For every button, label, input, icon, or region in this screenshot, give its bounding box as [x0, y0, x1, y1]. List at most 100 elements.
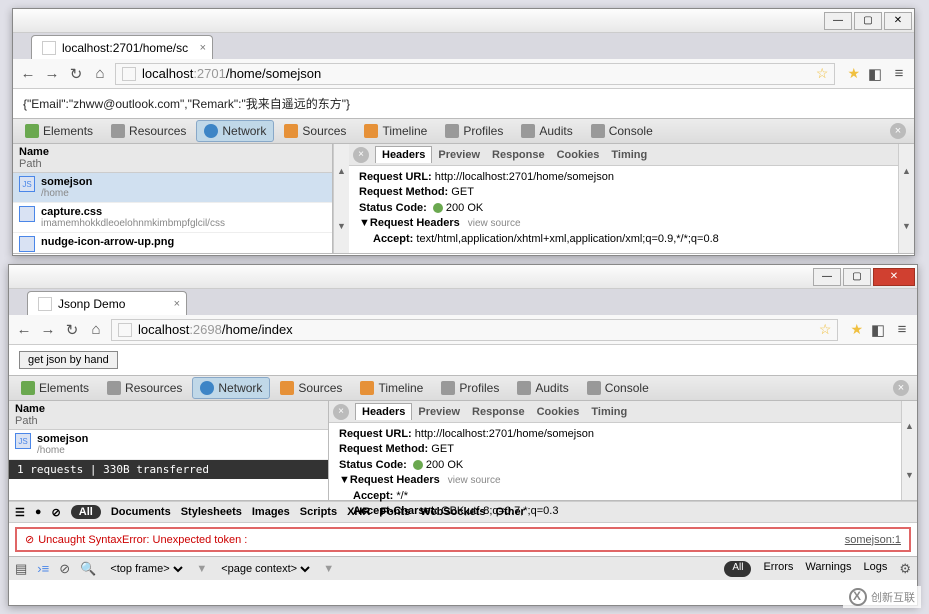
tab-close-icon[interactable]: × [174, 298, 180, 310]
menu-icon[interactable]: ≡ [893, 321, 911, 338]
clear-console-icon[interactable]: ⊘ [59, 561, 70, 577]
home-icon[interactable]: ⌂ [91, 65, 109, 82]
url-input[interactable]: localhost:2698/home/index ☆ [111, 319, 838, 341]
devtab-timeline[interactable]: Timeline [352, 377, 431, 399]
browser-tab[interactable]: localhost:2701/home/sc × [31, 35, 213, 59]
log-filter-logs[interactable]: Logs [863, 561, 887, 577]
filter-documents[interactable]: Documents [111, 506, 171, 518]
tab-response[interactable]: Response [486, 147, 551, 163]
headers-content: Request URL: http://localhost:2701/home/… [329, 423, 901, 523]
devtab-network[interactable]: Network [192, 377, 270, 399]
details-close-icon[interactable]: × [353, 147, 369, 163]
filter-images[interactable]: Images [252, 506, 290, 518]
network-row[interactable]: JS somejson /home [9, 430, 328, 460]
settings-icon[interactable]: ⚙ [899, 561, 911, 577]
back-icon[interactable]: ← [19, 65, 37, 82]
network-row[interactable]: JS somejson /home [13, 173, 332, 203]
scrollbar[interactable]: ▲▼ [333, 144, 349, 253]
tab-preview[interactable]: Preview [412, 404, 466, 420]
favorite-icon[interactable]: ★ [850, 321, 863, 338]
filter-websockets[interactable]: WebSockets [420, 506, 485, 518]
devtab-sources[interactable]: Sources [276, 120, 354, 142]
tab-headers[interactable]: Headers [375, 146, 432, 163]
browser-tab[interactable]: Jsonp Demo × [27, 291, 187, 315]
error-source-link[interactable]: somejson:1 [845, 534, 901, 546]
devtab-audits[interactable]: Audits [509, 377, 576, 399]
devtools-body: Name Path JS somejson /home 1 requests |… [9, 401, 917, 501]
tab-preview[interactable]: Preview [432, 147, 486, 163]
scrollbar[interactable]: ▲▼ [898, 144, 914, 253]
console-prompt-icon[interactable]: ›≡ [37, 561, 49, 576]
context-select[interactable]: <page context> [217, 562, 313, 576]
get-json-button[interactable]: get json by hand [19, 351, 118, 369]
home-icon[interactable]: ⌂ [87, 321, 105, 338]
extension-icon[interactable]: ◧ [866, 65, 884, 83]
devtab-elements[interactable]: Elements [13, 377, 97, 399]
url-input[interactable]: localhost:2701/home/somejson ☆ [115, 63, 835, 85]
devtab-console[interactable]: Console [583, 120, 661, 142]
log-filter-warnings[interactable]: Warnings [805, 561, 851, 577]
bookmark-icon[interactable]: ☆ [819, 321, 832, 338]
scroll-down-icon[interactable]: ▼ [334, 199, 349, 254]
devtools-close-icon[interactable]: × [890, 123, 906, 139]
scroll-up-icon[interactable]: ▲ [899, 144, 914, 199]
forward-icon[interactable]: → [39, 321, 57, 338]
reload-icon[interactable]: ↻ [67, 65, 85, 83]
scroll-up-icon[interactable]: ▲ [902, 401, 917, 451]
search-icon[interactable]: 🔍 [80, 561, 96, 577]
close-button[interactable]: ✕ [873, 268, 915, 286]
devtab-resources[interactable]: Resources [99, 377, 190, 399]
devtab-sources[interactable]: Sources [272, 377, 350, 399]
tab-timing[interactable]: Timing [585, 404, 633, 420]
bookmark-icon[interactable]: ☆ [816, 65, 829, 82]
scroll-down-icon[interactable]: ▼ [902, 451, 917, 501]
frame-select[interactable]: <top frame> [106, 562, 186, 576]
filter-stylesheets[interactable]: Stylesheets [181, 506, 242, 518]
log-filter-errors[interactable]: Errors [763, 561, 793, 577]
reload-icon[interactable]: ↻ [63, 321, 81, 339]
scroll-down-icon[interactable]: ▼ [899, 199, 914, 254]
tab-cookies[interactable]: Cookies [531, 404, 586, 420]
tab-close-icon[interactable]: × [200, 42, 206, 54]
details-close-icon[interactable]: × [333, 404, 349, 420]
network-row[interactable]: nudge-icon-arrow-up.png [13, 233, 332, 253]
devtools-close-icon[interactable]: × [893, 380, 909, 396]
scrollbar[interactable]: ▲▼ [901, 401, 917, 500]
devtab-profiles[interactable]: Profiles [437, 120, 511, 142]
devtab-console[interactable]: Console [579, 377, 657, 399]
log-filter-all[interactable]: All [724, 561, 751, 577]
tab-timing[interactable]: Timing [605, 147, 653, 163]
devtab-elements[interactable]: Elements [17, 120, 101, 142]
record-icon[interactable]: ● [35, 506, 42, 518]
scroll-up-icon[interactable]: ▲ [334, 144, 349, 199]
devtab-resources[interactable]: Resources [103, 120, 194, 142]
network-row[interactable]: capture.css imamemhokkdleoelohnmkimbmpfg… [13, 203, 332, 233]
filter-icon[interactable]: ☰ [15, 506, 25, 519]
tab-response[interactable]: Response [466, 404, 531, 420]
extension-icon[interactable]: ◧ [869, 321, 887, 339]
filter-xhr[interactable]: XHR [347, 506, 370, 518]
menu-icon[interactable]: ≡ [890, 65, 908, 82]
view-source-link[interactable]: view source [468, 218, 521, 229]
forward-icon[interactable]: → [43, 65, 61, 82]
clear-icon[interactable]: ⊘ [52, 506, 61, 519]
filter-all[interactable]: All [71, 505, 101, 519]
filter-other[interactable]: Other [496, 506, 525, 518]
view-source-link[interactable]: view source [448, 475, 501, 486]
back-icon[interactable]: ← [15, 321, 33, 338]
devtab-network[interactable]: Network [196, 120, 274, 142]
filter-scripts[interactable]: Scripts [300, 506, 337, 518]
tab-headers[interactable]: Headers [355, 403, 412, 420]
maximize-button[interactable]: ▢ [843, 268, 871, 286]
devtab-audits[interactable]: Audits [513, 120, 580, 142]
devtab-timeline[interactable]: Timeline [356, 120, 435, 142]
tab-cookies[interactable]: Cookies [551, 147, 606, 163]
close-button[interactable]: ✕ [884, 12, 912, 30]
minimize-button[interactable]: — [824, 12, 852, 30]
maximize-button[interactable]: ▢ [854, 12, 882, 30]
favorite-icon[interactable]: ★ [847, 65, 860, 82]
devtab-profiles[interactable]: Profiles [433, 377, 507, 399]
filter-fonts[interactable]: Fonts [380, 506, 410, 518]
minimize-button[interactable]: — [813, 268, 841, 286]
drawer-icon[interactable]: ▤ [15, 561, 27, 577]
